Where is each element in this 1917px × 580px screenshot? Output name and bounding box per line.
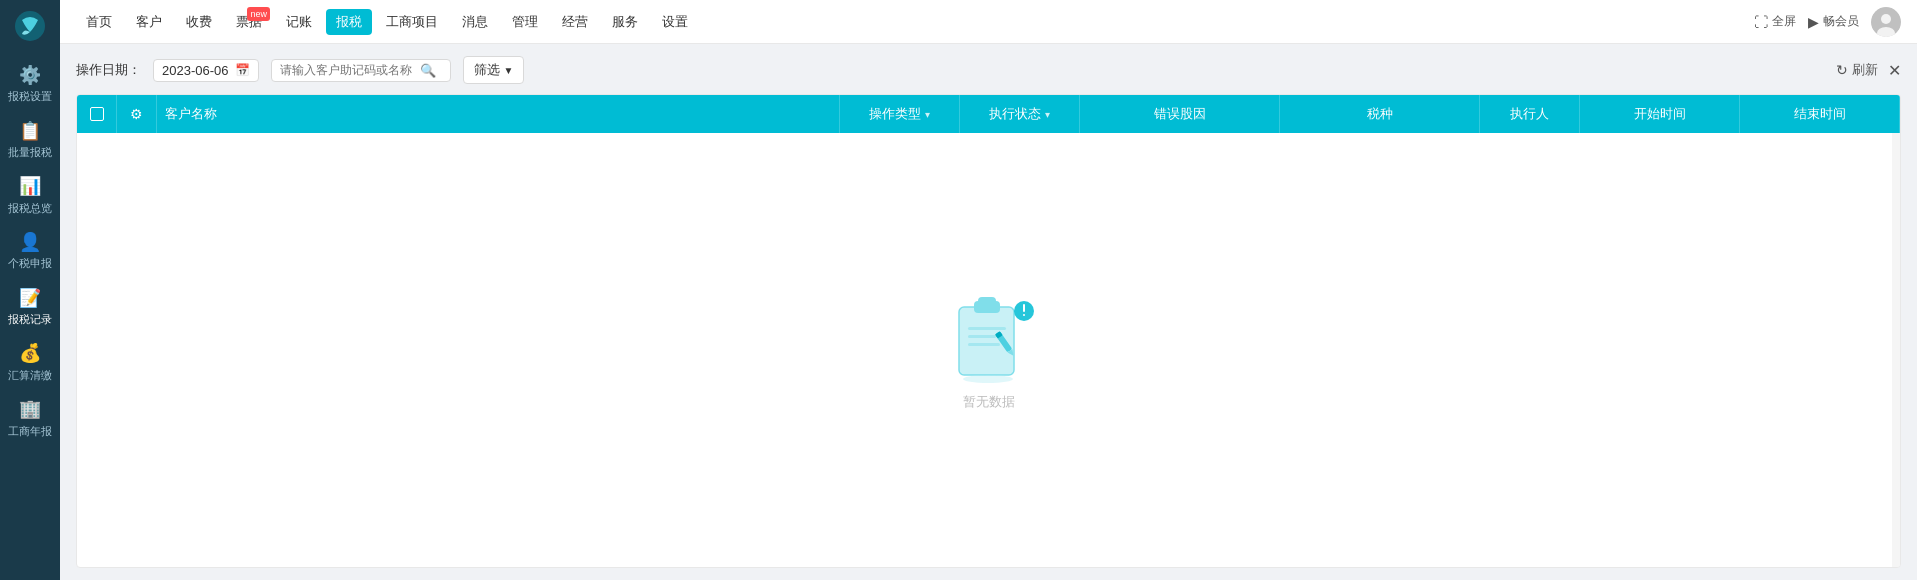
sidebar-item-gongshangnianabao[interactable]: 🏢 工商年报 (0, 390, 60, 446)
nav-item-guanli[interactable]: 管理 (502, 9, 548, 35)
th-end-time: 结束时间 (1740, 95, 1900, 133)
settings-icon: ⚙️ (19, 64, 41, 87)
user-avatar[interactable] (1871, 7, 1901, 37)
settlement-icon: 💰 (19, 342, 41, 365)
sidebar-item-baoshuizonglan[interactable]: 📊 报税总览 (0, 167, 60, 223)
empty-svg (944, 289, 1034, 389)
empty-illustration: 暂无数据 (944, 289, 1034, 411)
th-zhixing-status: 执行状态 ▾ (960, 95, 1080, 133)
svg-point-2 (1881, 14, 1891, 24)
column-settings-icon[interactable]: ⚙ (130, 106, 143, 122)
table-header: ⚙ 客户名称 操作类型 ▾ 执行状态 ▾ 错误股因 税种 (77, 95, 1900, 133)
th-cuowu-reason: 错误股因 (1080, 95, 1280, 133)
sidebar-label-baoshuizonglan: 报税总览 (8, 201, 52, 215)
toolbar-right: ↻ 刷新 ✕ (1836, 61, 1901, 80)
sidebar-item-baoshuijilu[interactable]: 📝 报税记录 (0, 279, 60, 335)
nav-items: 首页 客户 收费 票据 new 记账 报税 工商项目 消息 管理 经营 服务 设… (76, 9, 1754, 35)
th-shui-type: 税种 (1280, 95, 1480, 133)
svg-rect-10 (968, 343, 1000, 346)
date-label: 操作日期： (76, 61, 141, 79)
fullscreen-button[interactable]: ⛶ 全屏 (1754, 13, 1796, 30)
nav-item-shoufei[interactable]: 收费 (176, 9, 222, 35)
overview-icon: 📊 (19, 175, 41, 198)
fullscreen-icon: ⛶ (1754, 14, 1768, 30)
video-icon: ▶ (1808, 14, 1819, 30)
sidebar-label-gongshangnianabao: 工商年报 (8, 424, 52, 438)
nav-item-shouye[interactable]: 首页 (76, 9, 122, 35)
th-kehu-name: 客户名称 (157, 95, 840, 133)
calendar-icon: 📅 (235, 63, 250, 77)
annual-report-icon: 🏢 (19, 398, 41, 421)
topnav-right: ⛶ 全屏 ▶ 畅会员 (1754, 7, 1901, 37)
search-box[interactable]: 🔍 (271, 59, 451, 82)
table-body: 暂无数据 (77, 133, 1900, 567)
batch-tax-icon: 📋 (19, 120, 41, 143)
nav-item-fuwu[interactable]: 服务 (602, 9, 648, 35)
new-badge: new (247, 7, 270, 21)
search-input[interactable] (280, 63, 420, 77)
sidebar-item-baoshuishezhi[interactable]: ⚙️ 报税设置 (0, 56, 60, 112)
th-checkbox[interactable] (77, 95, 117, 133)
select-all-checkbox[interactable] (90, 107, 104, 121)
sidebar-label-huisuanqingshui: 汇算清缴 (8, 368, 52, 382)
sidebar-item-geshushenabao[interactable]: 👤 个税申报 (0, 223, 60, 279)
nav-item-piaoiuju[interactable]: 票据 new (226, 9, 272, 35)
th-start-time: 开始时间 (1580, 95, 1740, 133)
nav-item-gongshang[interactable]: 工商项目 (376, 9, 448, 35)
refresh-icon: ↻ (1836, 62, 1848, 78)
nav-item-baoshui[interactable]: 报税 (326, 9, 372, 35)
svg-rect-7 (978, 297, 996, 305)
nav-item-xiaoxi[interactable]: 消息 (452, 9, 498, 35)
chevron-down-icon: ▼ (504, 65, 514, 76)
th-zhixing-person: 执行人 (1480, 95, 1580, 133)
sort-zhixing-icon[interactable]: ▾ (1045, 109, 1050, 120)
filter-button[interactable]: 筛选 ▼ (463, 56, 525, 84)
scrollbar-track[interactable] (1892, 133, 1900, 567)
toolbar: 操作日期： 2023-06-06 📅 🔍 筛选 ▼ ↻ 刷新 ✕ (76, 56, 1901, 84)
sidebar-label-piliangbaoshui: 批量报税 (8, 145, 52, 159)
filter-label: 筛选 (474, 61, 500, 79)
personal-tax-icon: 👤 (19, 231, 41, 254)
th-caozuo-type: 操作类型 ▾ (840, 95, 960, 133)
svg-rect-9 (968, 335, 996, 338)
sidebar-item-huisuanqingshui[interactable]: 💰 汇算清缴 (0, 334, 60, 390)
member-button[interactable]: ▶ 畅会员 (1808, 13, 1859, 30)
nav-item-shezhi[interactable]: 设置 (652, 9, 698, 35)
date-picker[interactable]: 2023-06-06 📅 (153, 59, 259, 82)
svg-rect-12 (1023, 304, 1025, 312)
sidebar-label-baoshuishezhi: 报税设置 (8, 89, 52, 103)
svg-rect-8 (968, 327, 1006, 330)
sidebar-label-baoshuijilu: 报税记录 (8, 312, 52, 326)
nav-item-jingying[interactable]: 经营 (552, 9, 598, 35)
search-icon: 🔍 (420, 63, 436, 78)
main-area: 首页 客户 收费 票据 new 记账 报税 工商项目 消息 管理 经营 服务 设… (60, 0, 1917, 580)
nav-item-kehu[interactable]: 客户 (126, 9, 172, 35)
record-icon: 📝 (19, 287, 41, 310)
content-area: 操作日期： 2023-06-06 📅 🔍 筛选 ▼ ↻ 刷新 ✕ (60, 44, 1917, 580)
top-navigation: 首页 客户 收费 票据 new 记账 报税 工商项目 消息 管理 经营 服务 设… (60, 0, 1917, 44)
empty-text: 暂无数据 (963, 393, 1015, 411)
data-table: ⚙ 客户名称 操作类型 ▾ 执行状态 ▾ 错误股因 税种 (76, 94, 1901, 568)
date-value: 2023-06-06 (162, 63, 229, 78)
sort-caozuo-icon[interactable]: ▾ (925, 109, 930, 120)
nav-item-jizhang[interactable]: 记账 (276, 9, 322, 35)
close-button[interactable]: ✕ (1888, 61, 1901, 80)
svg-rect-13 (1023, 314, 1025, 316)
th-settings: ⚙ (117, 95, 157, 133)
refresh-button[interactable]: ↻ 刷新 (1836, 61, 1878, 79)
svg-point-17 (963, 375, 1013, 383)
sidebar: ⚙️ 报税设置 📋 批量报税 📊 报税总览 👤 个税申报 📝 报税记录 💰 汇算… (0, 0, 60, 580)
app-logo[interactable] (12, 8, 48, 44)
sidebar-label-geshushenabao: 个税申报 (8, 256, 52, 270)
sidebar-item-piliangbaoshui[interactable]: 📋 批量报税 (0, 112, 60, 168)
